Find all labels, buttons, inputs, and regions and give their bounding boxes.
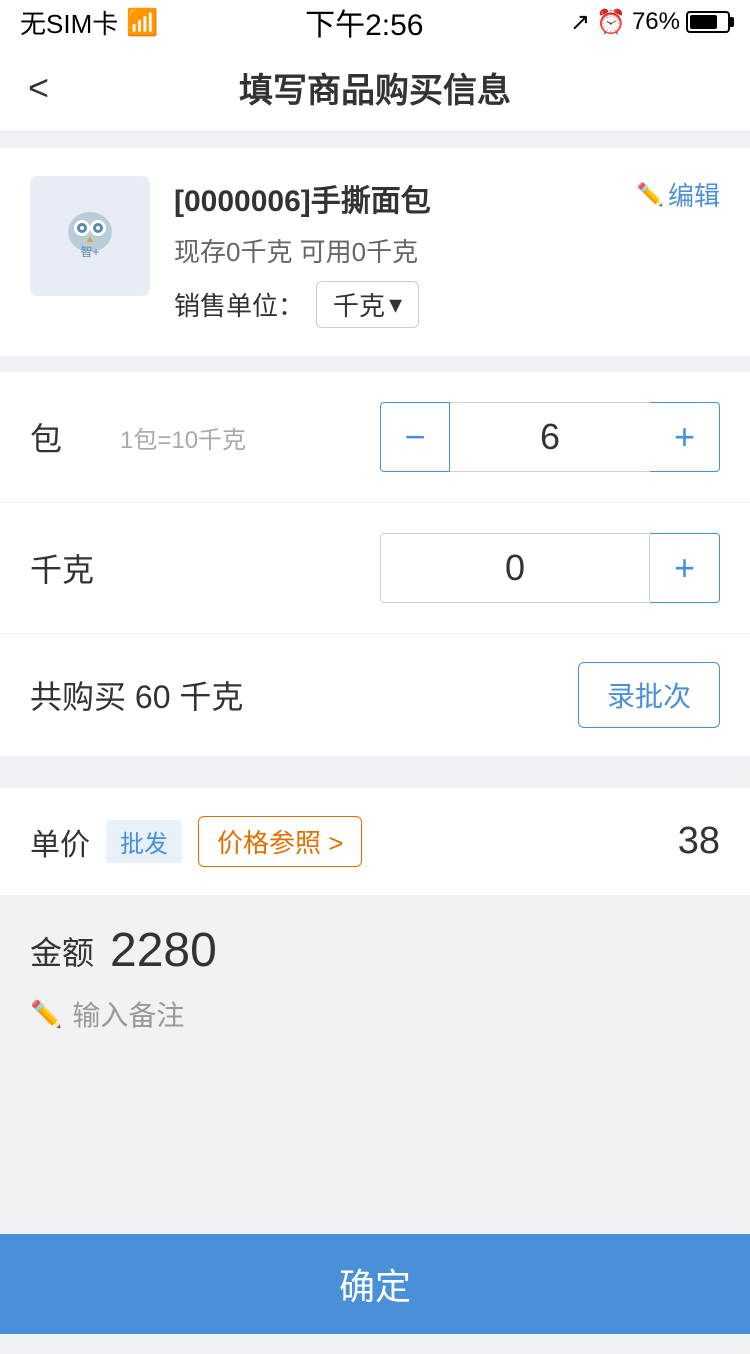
kilogram-quantity-input[interactable] <box>380 533 650 603</box>
total-text: 共购买 60 千克 <box>30 672 243 718</box>
product-card: 智+ [0000006]手撕面包 现存0千克 可用0千克 销售单位： 千克 ▾ … <box>0 148 750 356</box>
edit-icon: ✏️ <box>637 182 664 208</box>
package-label: 包 <box>30 414 110 460</box>
status-time: 下午2:56 <box>305 0 423 44</box>
status-bar: 无SIM卡 📶 下午2:56 ↗ ⏰ 76% <box>0 0 750 44</box>
battery-fill <box>690 15 717 29</box>
unit-value: 千克 <box>333 286 385 323</box>
package-quantity-input[interactable] <box>450 402 650 472</box>
unit-select[interactable]: 千克 ▾ <box>316 281 419 328</box>
pencil-icon: ✏️ <box>30 999 62 1030</box>
dropdown-icon: ▾ <box>389 289 402 320</box>
batch-button[interactable]: 录批次 <box>578 662 720 728</box>
unit-label: 销售单位： <box>174 286 304 323</box>
confirm-button[interactable]: 确定 <box>0 1234 750 1334</box>
battery-percent: 76% <box>632 8 680 36</box>
status-left: 无SIM卡 📶 <box>20 4 159 41</box>
kilogram-qty-control: + <box>380 533 720 603</box>
status-right: ↗ ⏰ 76% <box>570 8 730 37</box>
kilogram-row: 千克 + <box>0 503 750 634</box>
divider-1 <box>0 356 750 372</box>
note-row[interactable]: ✏️ 输入备注 <box>30 994 720 1034</box>
carrier-label: 无SIM卡 <box>20 4 118 41</box>
edit-button[interactable]: ✏️ 编辑 <box>637 176 720 213</box>
battery-icon <box>686 11 730 33</box>
product-unit-row: 销售单位： 千克 ▾ <box>174 281 720 328</box>
package-row: 包 1包=10千克 − + <box>0 372 750 503</box>
amount-value: 2280 <box>110 923 217 978</box>
page-title: 填写商品购买信息 <box>239 63 511 112</box>
svg-text:智+: 智+ <box>80 244 99 259</box>
price-ref-button[interactable]: 价格参照 > <box>198 816 362 867</box>
amount-row: 金额 2280 <box>30 923 720 978</box>
amount-section: 金额 2280 ✏️ 输入备注 <box>0 895 750 1054</box>
price-row: 单价 批发 价格参照 > 38 <box>30 816 720 867</box>
price-value: 38 <box>678 820 720 863</box>
note-label: 输入备注 <box>72 994 184 1034</box>
amount-label: 金额 <box>30 928 94 974</box>
product-image: 智+ <box>30 176 150 296</box>
wifi-icon: 📶 <box>126 7 158 38</box>
back-button[interactable]: < <box>28 67 49 109</box>
total-row: 共购买 60 千克 录批次 <box>0 634 750 756</box>
package-hint: 1包=10千克 <box>120 420 380 455</box>
edit-label: 编辑 <box>668 176 720 213</box>
price-label: 单价 <box>30 820 90 864</box>
price-tag: 批发 <box>106 820 182 863</box>
product-stock: 现存0千克 可用0千克 <box>174 232 720 269</box>
location-icon: ↗ <box>570 8 590 37</box>
alarm-icon: ⏰ <box>596 8 626 37</box>
kilogram-label: 千克 <box>30 545 110 591</box>
divider-2 <box>0 756 750 772</box>
package-plus-button[interactable]: + <box>650 402 720 472</box>
price-section: 单价 批发 价格参照 > 38 <box>0 788 750 895</box>
product-logo: 智+ <box>60 200 120 272</box>
input-section: 包 1包=10千克 − + 千克 + <box>0 372 750 634</box>
nav-bar: < 填写商品购买信息 <box>0 44 750 132</box>
package-qty-control: − + <box>380 402 720 472</box>
package-minus-button[interactable]: − <box>380 402 450 472</box>
kilogram-plus-button[interactable]: + <box>650 533 720 603</box>
